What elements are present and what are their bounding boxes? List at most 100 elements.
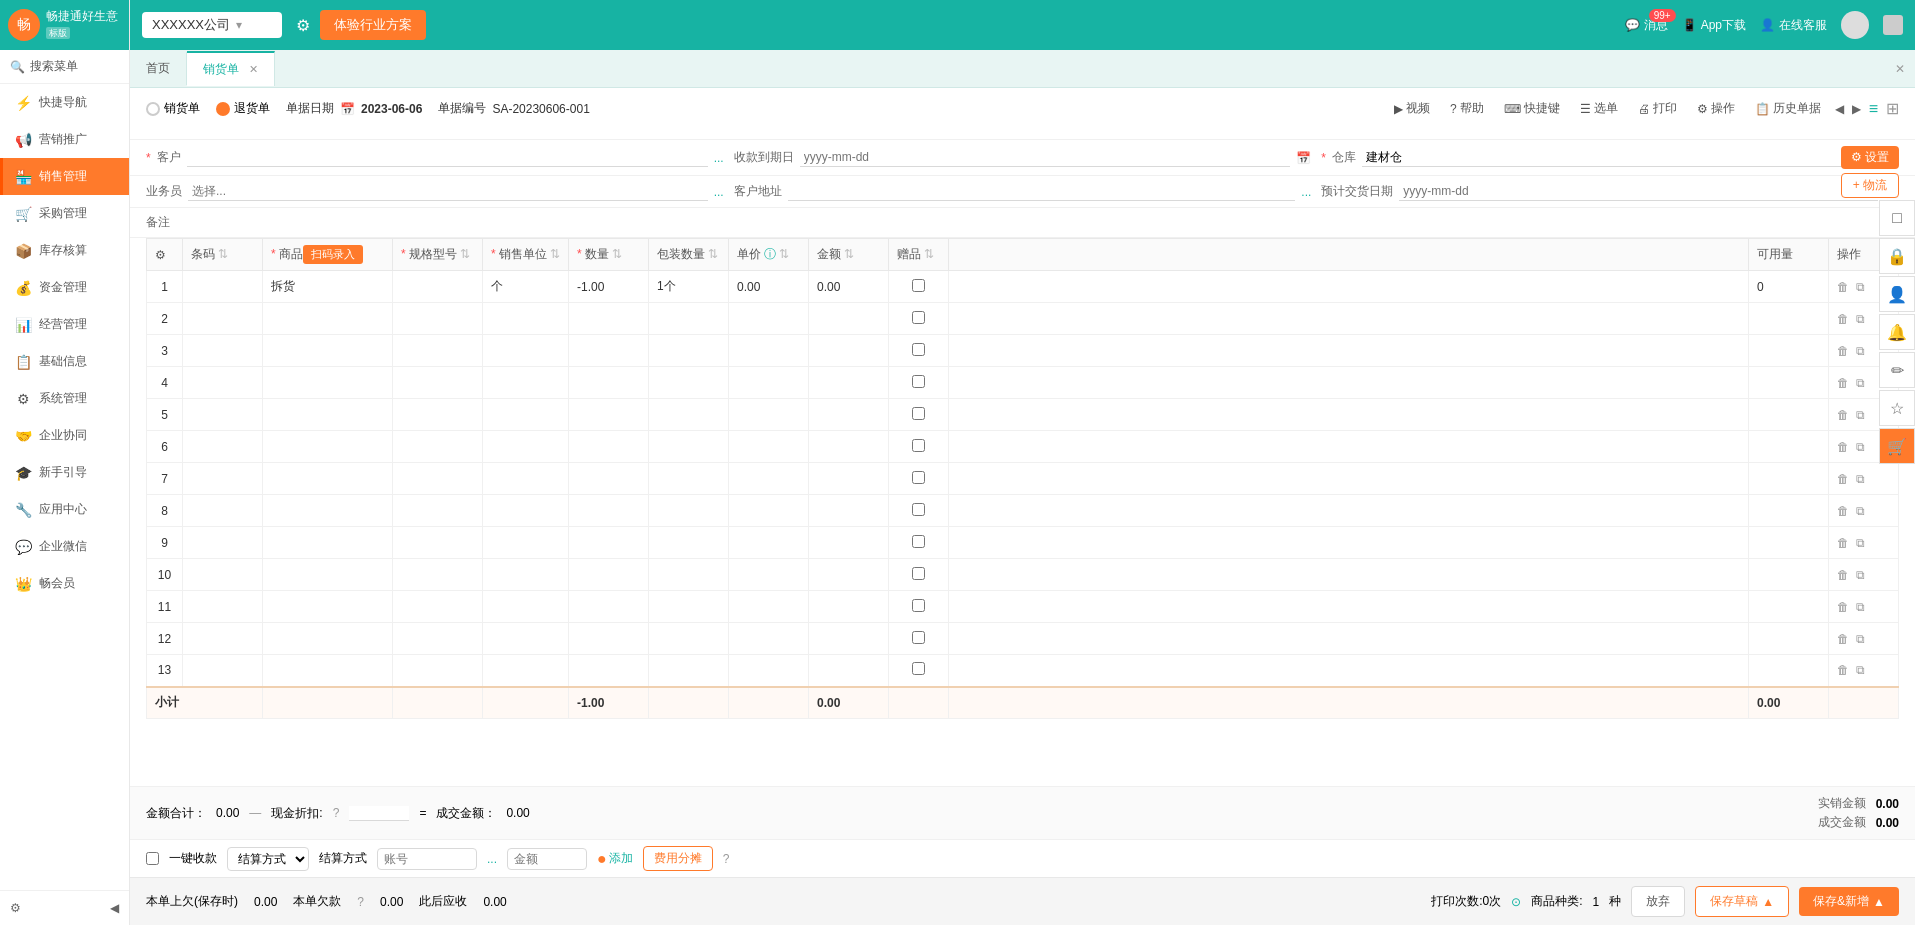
- row-unit[interactable]: [483, 303, 569, 335]
- gift-checkbox[interactable]: [912, 407, 925, 420]
- row-amount[interactable]: [809, 527, 889, 559]
- scan-button[interactable]: 扫码录入: [303, 245, 363, 264]
- copy-icon[interactable]: ⧉: [1856, 312, 1865, 326]
- row-unit[interactable]: [483, 431, 569, 463]
- row-quantity[interactable]: [569, 463, 649, 495]
- panel-btn-6[interactable]: ☆: [1879, 390, 1915, 426]
- nav-prev-icon[interactable]: ◀: [1835, 102, 1844, 116]
- row-price[interactable]: [729, 623, 809, 655]
- search-menu[interactable]: 🔍 搜索菜单: [0, 50, 129, 84]
- row-unit[interactable]: [483, 367, 569, 399]
- sidebar-item-guide[interactable]: 🎓 新手引导: [0, 454, 129, 491]
- product-count-icon[interactable]: ⊙: [1511, 895, 1521, 909]
- row-amount[interactable]: [809, 431, 889, 463]
- customer-input[interactable]: [187, 148, 708, 167]
- row-gift[interactable]: [889, 335, 949, 367]
- sidebar-item-operations[interactable]: 📊 经营管理: [0, 306, 129, 343]
- gift-checkbox[interactable]: [912, 375, 925, 388]
- row-quantity[interactable]: [569, 623, 649, 655]
- row-amount[interactable]: [809, 623, 889, 655]
- row-unit[interactable]: [483, 559, 569, 591]
- save-draft-button[interactable]: 保存草稿 ▲: [1695, 886, 1789, 917]
- row-price[interactable]: [729, 367, 809, 399]
- gift-checkbox[interactable]: [912, 311, 925, 324]
- app-download-btn[interactable]: 📱 App下载: [1682, 17, 1746, 34]
- row-pkg-qty[interactable]: [649, 463, 729, 495]
- row-price[interactable]: [729, 495, 809, 527]
- user-avatar2[interactable]: [1883, 15, 1903, 35]
- row-product[interactable]: [263, 303, 393, 335]
- pkgqty-sort-icon[interactable]: ⇅: [708, 247, 718, 261]
- row-barcode[interactable]: [183, 335, 263, 367]
- discount-help-icon[interactable]: ?: [333, 806, 340, 820]
- address-input[interactable]: [788, 182, 1296, 201]
- account-ellipsis[interactable]: ...: [487, 852, 497, 866]
- panel-btn-2[interactable]: 🔒: [1879, 238, 1915, 274]
- row-barcode[interactable]: [183, 527, 263, 559]
- nav-next-icon[interactable]: ▶: [1852, 102, 1861, 116]
- sidebar-item-apps[interactable]: 🔧 应用中心: [0, 491, 129, 528]
- gift-checkbox[interactable]: [912, 662, 925, 675]
- row-price[interactable]: [729, 431, 809, 463]
- row-price[interactable]: [729, 655, 809, 687]
- copy-icon[interactable]: ⧉: [1856, 344, 1865, 358]
- row-quantity[interactable]: [569, 335, 649, 367]
- row-pkg-qty[interactable]: [649, 559, 729, 591]
- delete-icon[interactable]: 🗑: [1837, 568, 1849, 582]
- unit-sort-icon[interactable]: ⇅: [550, 247, 560, 261]
- row-barcode[interactable]: [183, 367, 263, 399]
- settings-gear-icon[interactable]: ⚙: [10, 901, 21, 915]
- row-price[interactable]: [729, 335, 809, 367]
- row-gift[interactable]: [889, 623, 949, 655]
- row-product[interactable]: [263, 463, 393, 495]
- settings-button[interactable]: ⚙ 设置: [1841, 146, 1899, 169]
- gift-sort-icon[interactable]: ⇅: [924, 247, 934, 261]
- online-support-btn[interactable]: 👤 在线客服: [1760, 17, 1827, 34]
- abandon-button[interactable]: 放弃: [1631, 886, 1685, 917]
- warehouse-input[interactable]: [1362, 148, 1883, 167]
- row-amount[interactable]: [809, 367, 889, 399]
- row-gift[interactable]: [889, 271, 949, 303]
- row-gift[interactable]: [889, 399, 949, 431]
- row-quantity[interactable]: [569, 655, 649, 687]
- radio-sales-order[interactable]: 销货单: [146, 100, 200, 117]
- sidebar-item-inventory[interactable]: 📦 库存核算: [0, 232, 129, 269]
- row-gift[interactable]: [889, 495, 949, 527]
- row-quantity[interactable]: [569, 303, 649, 335]
- price-sort-icon[interactable]: ⇅: [779, 247, 789, 261]
- row-spec[interactable]: [393, 271, 483, 303]
- delete-icon[interactable]: 🗑: [1837, 440, 1849, 454]
- copy-icon[interactable]: ⧉: [1856, 504, 1865, 518]
- sidebar-item-marketing[interactable]: 📢 营销推广: [0, 121, 129, 158]
- video-btn[interactable]: ▶ 视频: [1388, 98, 1436, 119]
- row-product[interactable]: [263, 623, 393, 655]
- row-spec[interactable]: [393, 591, 483, 623]
- row-quantity[interactable]: [569, 591, 649, 623]
- radio-return-icon[interactable]: [216, 102, 230, 116]
- address-ellipsis[interactable]: ...: [1301, 185, 1311, 199]
- row-pkg-qty[interactable]: [649, 335, 729, 367]
- row-pkg-qty[interactable]: [649, 399, 729, 431]
- debit-help-icon[interactable]: ?: [357, 895, 364, 909]
- logistics-button[interactable]: + 物流: [1841, 173, 1899, 198]
- row-product[interactable]: [263, 559, 393, 591]
- panel-btn-3[interactable]: 👤: [1879, 276, 1915, 312]
- copy-icon[interactable]: ⧉: [1856, 632, 1865, 646]
- row-barcode[interactable]: [183, 655, 263, 687]
- row-spec[interactable]: [393, 335, 483, 367]
- copy-icon[interactable]: ⧉: [1856, 472, 1865, 486]
- collapse-icon[interactable]: ◀: [110, 901, 119, 915]
- copy-icon[interactable]: ⧉: [1856, 568, 1865, 582]
- trial-button[interactable]: 体验行业方案: [320, 10, 426, 40]
- row-price[interactable]: [729, 463, 809, 495]
- row-gift[interactable]: [889, 655, 949, 687]
- sidebar-item-quick-nav[interactable]: ⚡ 快捷导航: [0, 84, 129, 121]
- operate-btn[interactable]: ⚙ 操作: [1691, 98, 1741, 119]
- gift-checkbox[interactable]: [912, 535, 925, 548]
- sidebar-item-purchase[interactable]: 🛒 采购管理: [0, 195, 129, 232]
- row-spec[interactable]: [393, 431, 483, 463]
- copy-icon[interactable]: ⧉: [1856, 663, 1865, 677]
- add-payment-btn[interactable]: ● 添加: [597, 850, 633, 868]
- row-quantity[interactable]: -1.00: [569, 271, 649, 303]
- discount-input[interactable]: [349, 806, 409, 821]
